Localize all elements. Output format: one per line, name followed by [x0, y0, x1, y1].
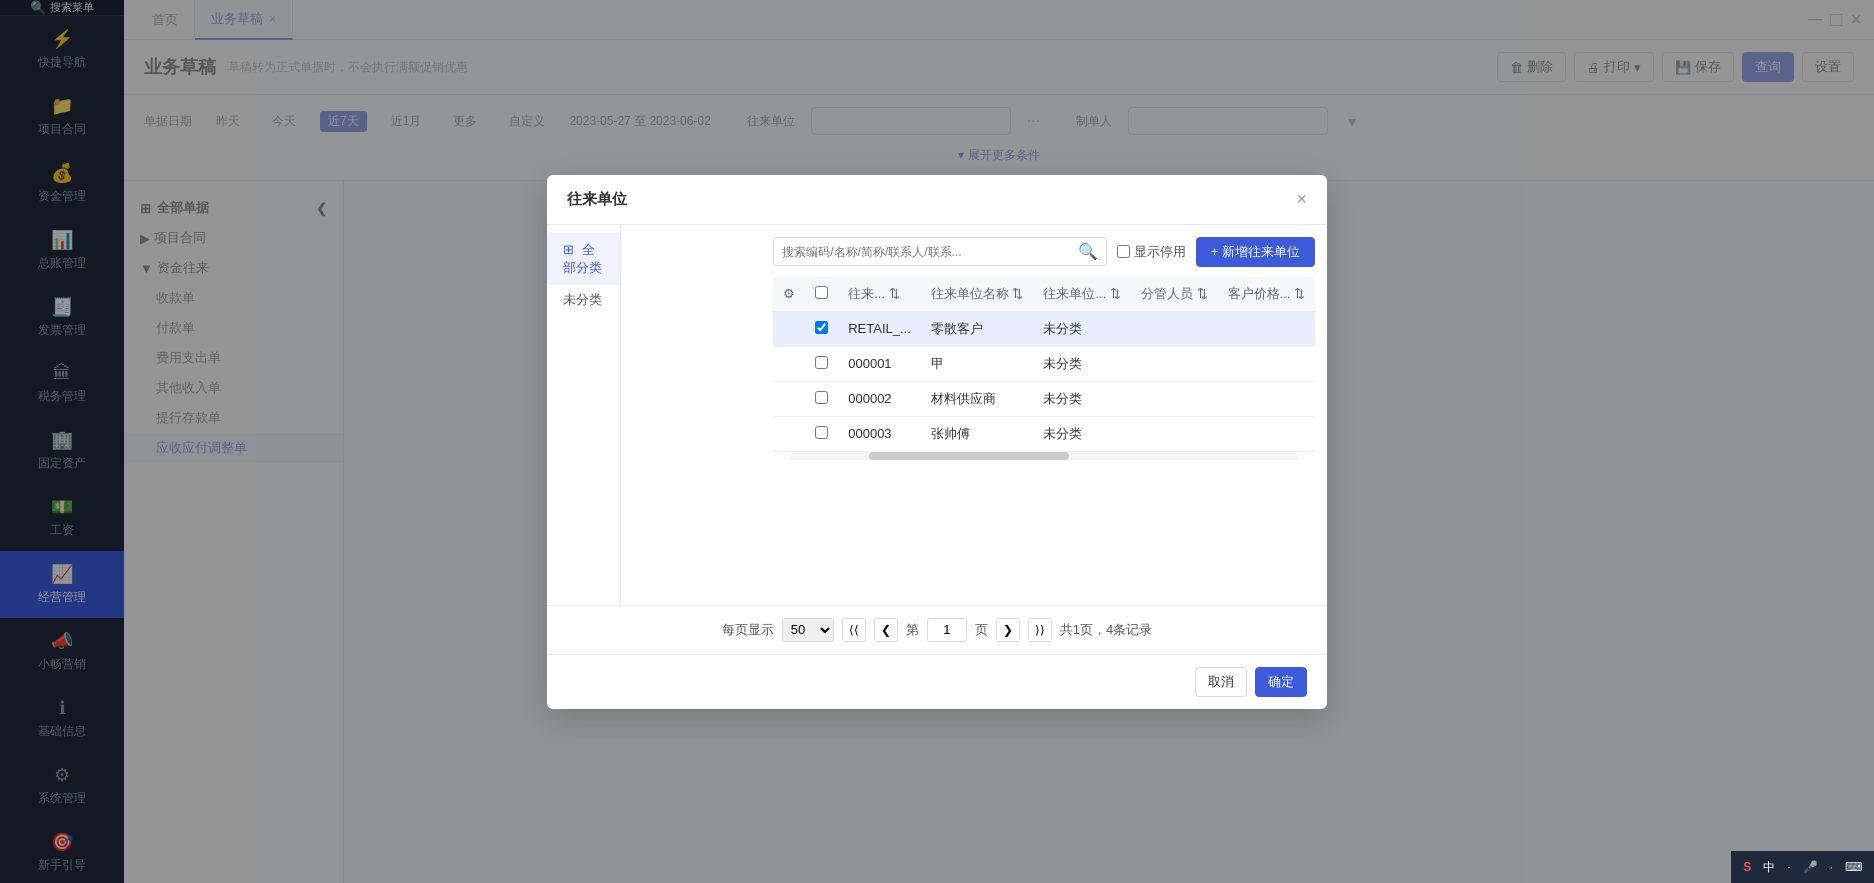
system-bar: S 中 · 🎤 · ⌨ [1731, 851, 1874, 883]
dialog-right-panel: 🔍 显示停用 + 新增往来单位 ⚙ [761, 225, 1327, 605]
dialog-table-head: ⚙ 往来... ⇅ 往来单位名称 ⇅ 往来单位... ⇅ 分管人员 ⇅ 客户价格… [773, 277, 1315, 312]
table-scrollbar[interactable] [789, 452, 1299, 460]
col-price[interactable]: 客户价格... ⇅ [1218, 277, 1315, 312]
dialog-content: ⊞ 全部分类 未分类 🔍 [547, 225, 1327, 605]
prev-page-button[interactable]: ❮ [874, 618, 898, 642]
show-disabled-label[interactable]: 显示停用 [1117, 243, 1186, 261]
search-input[interactable] [782, 245, 1074, 259]
per-page-label: 每页显示 [722, 621, 774, 639]
dialog-table-header-row: ⚙ 往来... ⇅ 往来单位名称 ⇅ 往来单位... ⇅ 分管人员 ⇅ 客户价格… [773, 277, 1315, 312]
search-box[interactable]: 🔍 [773, 237, 1107, 266]
row-code-1: RETAIL_... [838, 311, 921, 346]
table-row[interactable]: 000001 甲 未分类 [773, 346, 1315, 381]
pagination: 每页显示 50 100 200 ⟨⟨ ❮ 第 页 ❯ ⟩⟩ 共1页，4条记录 [547, 605, 1327, 654]
system-mic: 🎤 [1803, 860, 1818, 874]
row-code-2: 000001 [838, 346, 921, 381]
col-checkbox [805, 277, 838, 312]
dialog-title: 往来单位 [567, 190, 627, 209]
page-label-first: 第 [906, 621, 919, 639]
row-manager-1 [1131, 311, 1218, 346]
row-name-1: 零散客户 [921, 311, 1034, 346]
row-price-2 [1218, 346, 1315, 381]
row-checkbox [805, 416, 838, 451]
show-disabled-checkbox[interactable] [1117, 245, 1130, 258]
row-price-4 [1218, 416, 1315, 451]
dialog-uncategorized[interactable]: 未分类 [547, 285, 620, 315]
row-settings [773, 311, 805, 346]
next-page-button[interactable]: ❯ [996, 618, 1020, 642]
row-name-3: 材料供应商 [921, 381, 1034, 416]
table-scrollbar-thumb[interactable] [869, 452, 1069, 460]
page-label-unit: 页 [975, 621, 988, 639]
table-row[interactable]: 000003 张帅傅 未分类 [773, 416, 1315, 451]
search-icon: 🔍 [1078, 242, 1098, 261]
system-dot1: · [1787, 860, 1790, 874]
row-category-2: 未分类 [1033, 346, 1130, 381]
dialog-table-body: RETAIL_... 零散客户 未分类 000001 [773, 311, 1315, 451]
row-select-1[interactable] [815, 321, 828, 334]
row-price-1 [1218, 311, 1315, 346]
row-checkbox [805, 311, 838, 346]
dialog-table-wrapper: ⚙ 往来... ⇅ 往来单位名称 ⇅ 往来单位... ⇅ 分管人员 ⇅ 客户价格… [773, 277, 1315, 452]
row-select-3[interactable] [815, 391, 828, 404]
system-dot2: · [1830, 860, 1833, 874]
system-logo: S [1743, 860, 1751, 874]
col-manager[interactable]: 分管人员 ⇅ [1131, 277, 1218, 312]
per-page-select[interactable]: 50 100 200 [782, 618, 834, 642]
first-page-button[interactable]: ⟨⟨ [842, 618, 866, 642]
dialog-footer: 取消 确定 [547, 654, 1327, 709]
system-keyboard: ⌨ [1845, 860, 1862, 874]
row-price-3 [1218, 381, 1315, 416]
dialog-close-button[interactable]: × [1296, 189, 1307, 210]
last-page-button[interactable]: ⟩⟩ [1028, 618, 1052, 642]
dialog-table: ⚙ 往来... ⇅ 往来单位名称 ⇅ 往来单位... ⇅ 分管人员 ⇅ 客户价格… [773, 277, 1315, 452]
row-category-4: 未分类 [1033, 416, 1130, 451]
dialog-overlay: 往来单位 × ⊞ 全部分类 未分类 [0, 0, 1874, 883]
col-name[interactable]: 往来单位名称 ⇅ [921, 277, 1034, 312]
cancel-button[interactable]: 取消 [1195, 667, 1247, 697]
row-category-1: 未分类 [1033, 311, 1130, 346]
row-checkbox [805, 346, 838, 381]
row-name-4: 张帅傅 [921, 416, 1034, 451]
grid-small-icon: ⊞ [563, 242, 574, 257]
table-row[interactable]: 000002 材料供应商 未分类 [773, 381, 1315, 416]
row-manager-2 [1131, 346, 1218, 381]
add-partner-button[interactable]: + 新增往来单位 [1196, 237, 1315, 267]
row-name-2: 甲 [921, 346, 1034, 381]
row-select-2[interactable] [815, 356, 828, 369]
dialog-all-category[interactable]: ⊞ 全部分类 [547, 233, 620, 285]
row-settings [773, 416, 805, 451]
total-pages-text: 共1页，4条记录 [1060, 621, 1152, 639]
partner-dialog: 往来单位 × ⊞ 全部分类 未分类 [547, 175, 1327, 709]
col-code[interactable]: 往来... ⇅ [838, 277, 921, 312]
row-select-4[interactable] [815, 426, 828, 439]
row-checkbox [805, 381, 838, 416]
settings-icon[interactable]: ⚙ [783, 286, 795, 301]
row-settings [773, 381, 805, 416]
select-all-checkbox[interactable] [815, 286, 828, 299]
dialog-left-panel: ⊞ 全部分类 未分类 [547, 225, 621, 605]
row-manager-3 [1131, 381, 1218, 416]
row-settings [773, 346, 805, 381]
row-category-3: 未分类 [1033, 381, 1130, 416]
dialog-header: 往来单位 × [547, 175, 1327, 225]
row-code-4: 000003 [838, 416, 921, 451]
row-code-3: 000002 [838, 381, 921, 416]
row-manager-4 [1131, 416, 1218, 451]
page-number-input[interactable] [927, 618, 967, 642]
col-category[interactable]: 往来单位... ⇅ [1033, 277, 1130, 312]
confirm-button[interactable]: 确定 [1255, 667, 1307, 697]
system-lang: 中 [1763, 859, 1775, 876]
table-row[interactable]: RETAIL_... 零散客户 未分类 [773, 311, 1315, 346]
col-settings: ⚙ [773, 277, 805, 312]
dialog-body: ⊞ 全部分类 未分类 🔍 [547, 225, 1327, 654]
dialog-toolbar: 🔍 显示停用 + 新增往来单位 [773, 237, 1315, 267]
